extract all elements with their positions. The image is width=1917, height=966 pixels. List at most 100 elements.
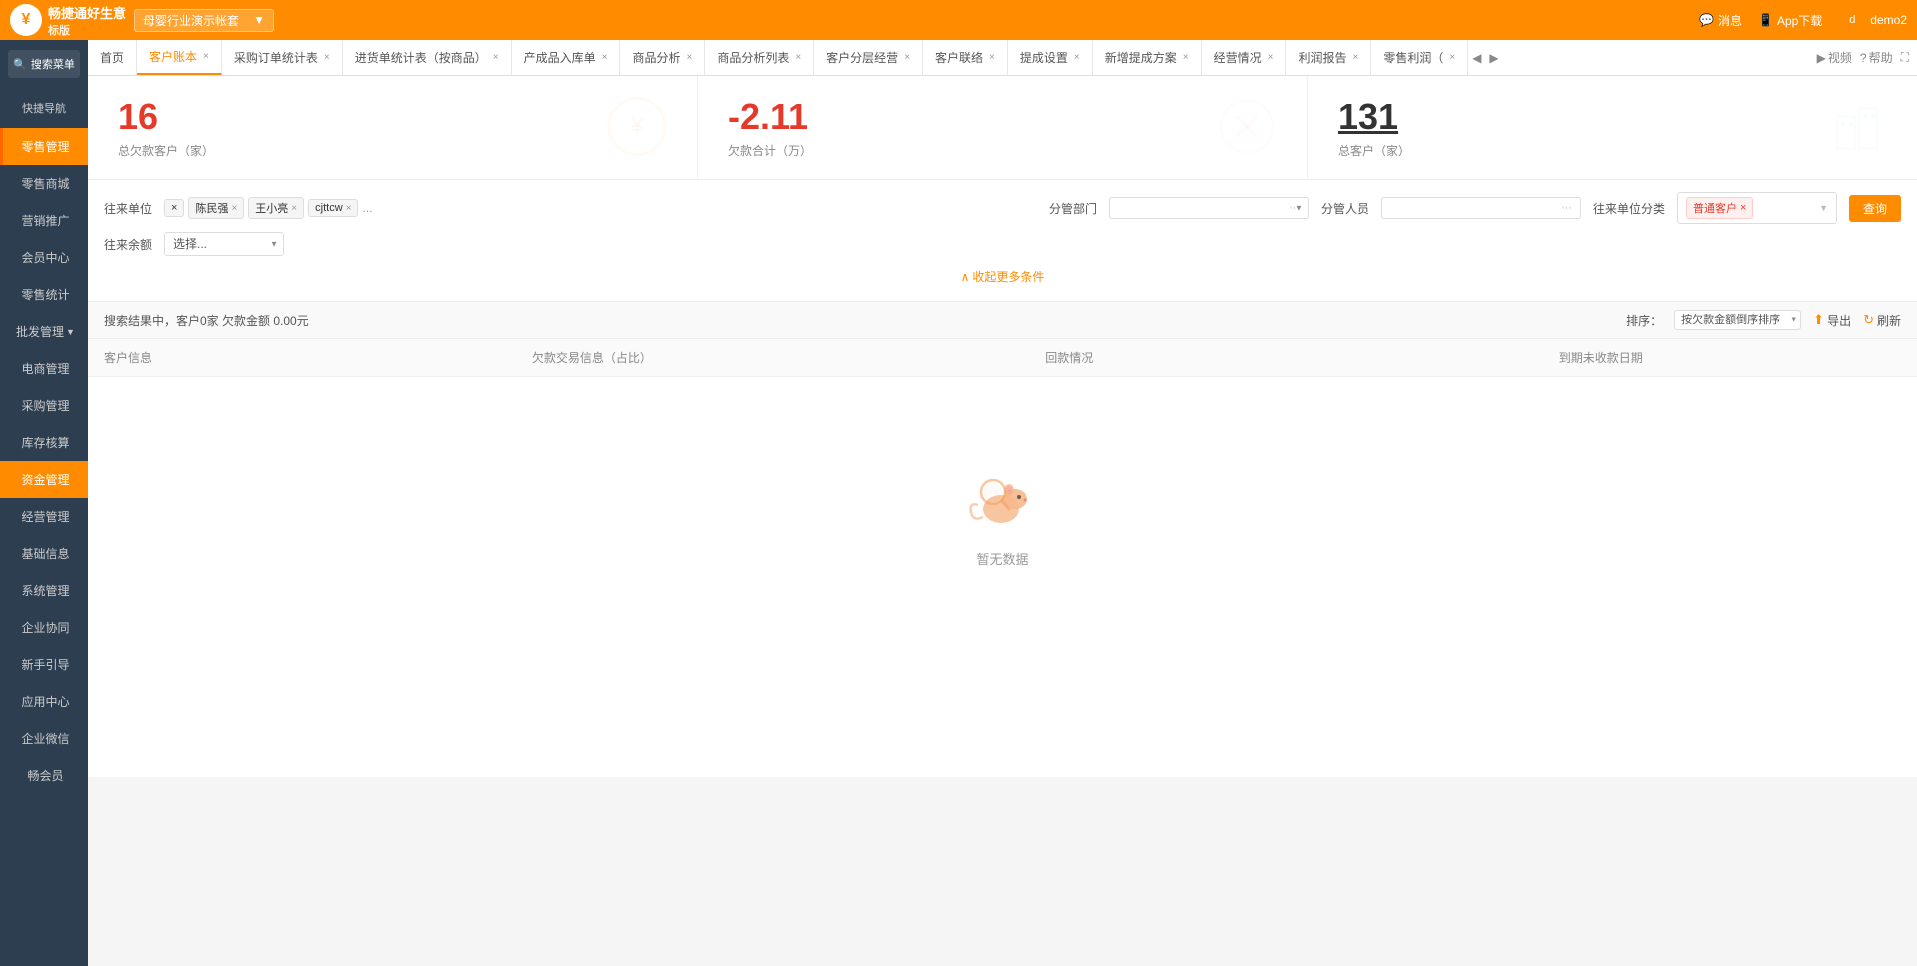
top-bar: ¥ 畅捷通好生意 标版 母婴行业演示帐套 ▼ 💬 消息 📱 App下载 d de…: [0, 0, 1917, 40]
user-avatar[interactable]: d demo2: [1838, 6, 1907, 34]
sidebar-item-label: 零售统计: [21, 288, 69, 302]
balance-select[interactable]: 选择...: [164, 232, 284, 256]
category-select[interactable]: 普通客户 × ▼: [1677, 192, 1837, 224]
tab-product-analysis-list[interactable]: 商品分析列表 ×: [705, 40, 814, 75]
refresh-btn[interactable]: ↻ 刷新: [1863, 312, 1901, 329]
export-icon: ⬆: [1813, 312, 1824, 328]
tab-promotion-settings[interactable]: 提成设置 ×: [1008, 40, 1093, 75]
tab-purchase-order[interactable]: 采购订单统计表 ×: [222, 40, 343, 75]
search-menu-btn[interactable]: 🔍 搜索菜单: [8, 50, 80, 78]
sidebar-item-zero-mall[interactable]: 零售商城: [0, 165, 88, 202]
sidebar-item-inventory[interactable]: 库存核算: [0, 424, 88, 461]
export-label: 导出: [1827, 312, 1851, 329]
search-icon: 🔍: [13, 58, 27, 71]
tab-close-btn[interactable]: ×: [989, 52, 995, 63]
unit-filter-label: 往来单位: [104, 200, 152, 217]
tab-close-btn[interactable]: ×: [795, 52, 801, 63]
tag-remove-btn[interactable]: ×: [346, 203, 352, 214]
tab-close-btn[interactable]: ×: [1352, 52, 1358, 63]
more-tags-btn[interactable]: ...: [362, 201, 372, 215]
sort-select[interactable]: 按欠款金额倒序排序: [1674, 310, 1801, 330]
sidebar-item-marketing[interactable]: 营销推广: [0, 202, 88, 239]
tag-remove-btn[interactable]: ×: [291, 203, 297, 214]
tab-close-btn[interactable]: ×: [493, 52, 499, 63]
tab-close-btn[interactable]: ×: [602, 52, 608, 63]
tab-product-inbound[interactable]: 产成品入库单 ×: [512, 40, 621, 75]
tab-close-btn[interactable]: ×: [686, 52, 692, 63]
query-btn[interactable]: 查询: [1849, 195, 1901, 222]
stat-value-credit-customers: 16: [118, 96, 158, 138]
tab-label: 客户账本: [149, 48, 197, 65]
tab-customer-contact[interactable]: 客户联络 ×: [923, 40, 1008, 75]
sidebar-item-zero-retail-manage[interactable]: 零售管理: [0, 128, 88, 165]
filter-tag-cjttcw[interactable]: cjttcw ×: [308, 199, 358, 217]
collapse-up-icon: ∧: [961, 270, 970, 284]
sidebar-item-vip[interactable]: 畅会员: [0, 757, 88, 794]
sidebar-item-label: 畅会员: [27, 769, 63, 783]
brand-subtitle: 标版: [48, 22, 126, 38]
message-btn[interactable]: 💬 消息: [1699, 12, 1742, 29]
tab-close-btn[interactable]: ×: [1183, 52, 1189, 63]
sidebar-item-operations[interactable]: 经营管理: [0, 498, 88, 535]
tag-label: 陈民强: [195, 200, 228, 216]
tag-remove-btn[interactable]: ×: [231, 203, 237, 214]
sidebar-item-system[interactable]: 系统管理: [0, 572, 88, 609]
quick-nav-btn[interactable]: 快捷导航: [8, 92, 80, 124]
category-tag-normal[interactable]: 普通客户 ×: [1686, 197, 1753, 219]
sidebar-item-batch-manage[interactable]: 批发管理 ▼: [0, 313, 88, 350]
filter-tag-chen[interactable]: 陈民强 ×: [188, 197, 244, 219]
message-label: 消息: [1718, 12, 1742, 29]
sidebar-item-member-center[interactable]: 会员中心: [0, 239, 88, 276]
tab-scroll-left[interactable]: ◀: [1468, 40, 1485, 75]
account-dropdown[interactable]: 母婴行业演示帐套 ▼: [134, 9, 274, 32]
help-btn[interactable]: ? 帮助: [1860, 49, 1893, 66]
sidebar-item-label: 电商管理: [21, 362, 69, 376]
sidebar-item-purchase[interactable]: 采购管理: [0, 387, 88, 424]
tab-customer-segment[interactable]: 客户分层经营 ×: [814, 40, 923, 75]
fullscreen-btn[interactable]: ⛶: [1901, 50, 1909, 65]
filter-tag-wang[interactable]: 王小亮 ×: [248, 197, 304, 219]
tag-remove-btn[interactable]: ×: [1740, 202, 1746, 214]
sidebar-item-finance[interactable]: 资金管理: [0, 461, 88, 498]
tab-close-btn[interactable]: ×: [1268, 52, 1274, 63]
app-download-btn[interactable]: 📱 App下载: [1758, 12, 1822, 29]
tab-close-btn[interactable]: ×: [1074, 52, 1080, 63]
manager-label: 分管人员: [1321, 200, 1369, 217]
tab-close-btn[interactable]: ×: [203, 51, 209, 62]
tab-close-btn[interactable]: ×: [1449, 52, 1455, 63]
unit-tags: × 陈民强 × 王小亮 × cjttcw ×: [164, 197, 1037, 219]
sidebar-item-enterprise[interactable]: 企业协同: [0, 609, 88, 646]
collapse-btn[interactable]: ∧ 收起更多条件: [961, 264, 1045, 289]
tab-inbound-stats[interactable]: 进货单统计表（按商品） ×: [343, 40, 512, 75]
chevron-down-icon: ▼: [253, 13, 265, 27]
tab-home[interactable]: 首页: [88, 40, 137, 75]
sidebar-item-basic-info[interactable]: 基础信息: [0, 535, 88, 572]
page-content: ¥ 16 总欠款客户（家） -2.11: [88, 76, 1917, 966]
empty-illustration: [963, 457, 1043, 537]
tab-add-promotion[interactable]: 新增提成方案 ×: [1093, 40, 1202, 75]
tab-close-btn[interactable]: ×: [324, 52, 330, 63]
tab-scroll-right[interactable]: ▶: [1485, 40, 1502, 75]
tab-profit-report[interactable]: 利润报告 ×: [1286, 40, 1371, 75]
sidebar-item-ecommerce[interactable]: 电商管理: [0, 350, 88, 387]
sidebar-item-label: 营销推广: [21, 214, 69, 228]
tab-operations-situation[interactable]: 经营情况 ×: [1202, 40, 1287, 75]
sidebar-item-wechat[interactable]: 企业微信: [0, 720, 88, 757]
tab-close-btn[interactable]: ×: [904, 52, 910, 63]
tab-customer-ledger[interactable]: 客户账本 ×: [137, 40, 222, 75]
dept-select[interactable]: ···: [1109, 197, 1309, 219]
sidebar-item-apps[interactable]: 应用中心: [0, 683, 88, 720]
tab-label: 进货单统计表（按商品）: [355, 49, 487, 66]
dept-more-icon: ···: [1289, 202, 1300, 214]
export-btn[interactable]: ⬆ 导出: [1813, 312, 1851, 329]
sidebar-item-zero-stats[interactable]: 零售统计: [0, 276, 88, 313]
video-btn[interactable]: ▶ 视频: [1817, 49, 1852, 66]
home-tab-label: 首页: [100, 49, 124, 66]
sidebar-item-newbie[interactable]: 新手引导: [0, 646, 88, 683]
tab-zero-profit[interactable]: 零售利润（ ×: [1371, 40, 1468, 75]
filter-tag-remove-all[interactable]: ×: [164, 199, 184, 217]
tab-product-analysis[interactable]: 商品分析 ×: [620, 40, 705, 75]
tab-label: 新增提成方案: [1105, 49, 1177, 66]
content-area: 首页 客户账本 × 采购订单统计表 × 进货单统计表（按商品） × 产成品入库单…: [88, 40, 1917, 966]
manager-select[interactable]: ···: [1381, 197, 1581, 219]
